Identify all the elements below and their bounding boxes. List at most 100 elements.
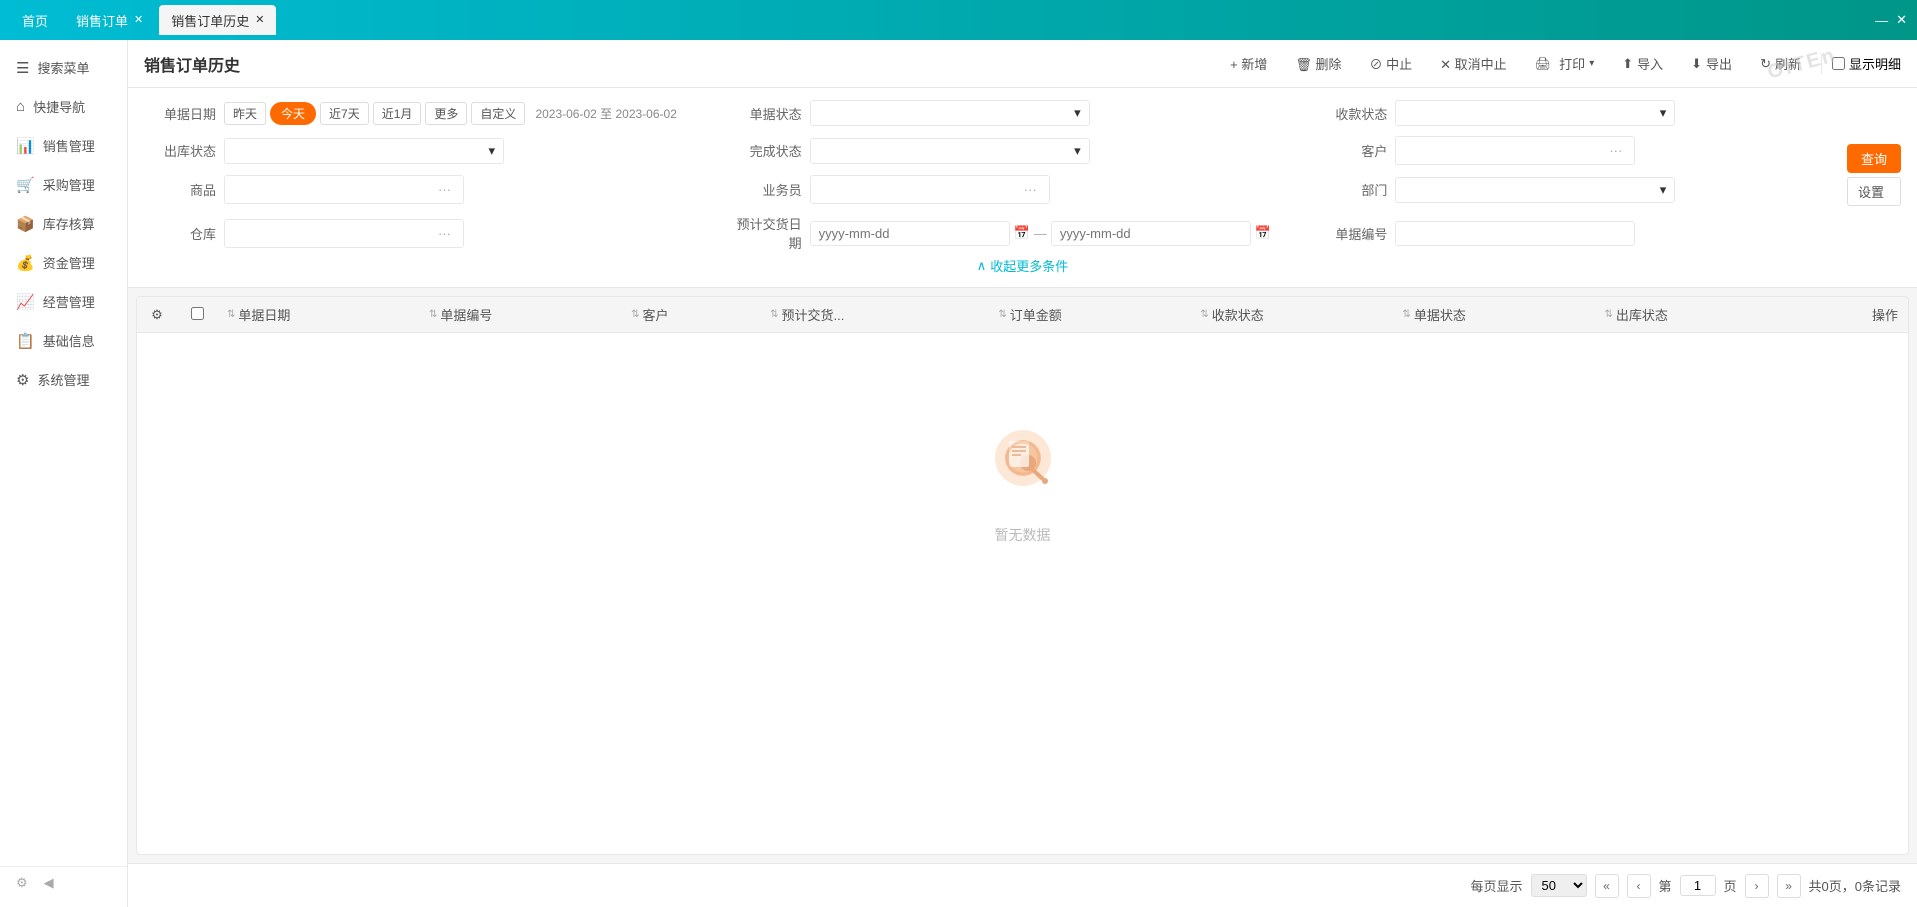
inventory-icon: 📦 — [16, 215, 35, 233]
sidebar-item-system[interactable]: ⚙ 系统管理 — [0, 360, 127, 399]
warehouse-ellipsis[interactable]: ··· — [434, 224, 455, 243]
tab-sales-order[interactable]: 销售订单 ✕ — [64, 5, 155, 35]
receipt-status-select[interactable]: ▾ — [1395, 100, 1675, 126]
next-page-button[interactable]: › — [1745, 874, 1769, 898]
delivery-date-end-input[interactable] — [1051, 221, 1251, 246]
page-size-select[interactable]: 50 100 200 — [1531, 874, 1587, 897]
bill-no-label: 单据编号 — [1315, 224, 1395, 243]
export-icon: ⬇ — [1691, 56, 1702, 72]
sidebar-item-quicknav[interactable]: ⌂ 快捷导航 — [0, 87, 127, 126]
refresh-button[interactable]: ↻ 刷新 — [1750, 50, 1811, 77]
tab-home-label: 首页 — [22, 11, 48, 30]
date-btn-1month[interactable]: 近1月 — [373, 102, 422, 125]
col-bill-no[interactable]: ⇅ 单据编号 — [419, 297, 621, 333]
prev-page-button[interactable]: ‹ — [1627, 874, 1651, 898]
delivery-date-calendar-icon1[interactable]: 📅 — [1014, 225, 1030, 241]
sort-icon-bill-no: ⇅ — [429, 309, 437, 320]
date-btn-custom[interactable]: 自定义 — [471, 102, 525, 125]
date-btn-7days[interactable]: 近7天 — [320, 102, 369, 125]
col-date[interactable]: ⇅ 单据日期 — [217, 297, 419, 333]
sidebar-item-purchase-label: 采购管理 — [43, 175, 95, 194]
sidebar-item-basic[interactable]: 📋 基础信息 — [0, 321, 127, 360]
col-customer[interactable]: ⇅ 客户 — [621, 297, 760, 333]
tab-sales-order-history[interactable]: 销售订单历史 ✕ — [159, 5, 276, 35]
last-page-button[interactable]: » — [1777, 874, 1801, 898]
col-delivery[interactable]: ⇅ 预计交货... — [760, 297, 988, 333]
bill-status-select[interactable]: ▾ — [810, 100, 1090, 126]
col-checkbox[interactable] — [177, 297, 217, 333]
table-container: ⚙ ⇅ 单据日期 ⇅ — [136, 296, 1909, 855]
new-button[interactable]: + 新增 — [1220, 50, 1277, 77]
col-outbound-status-label: 出库状态 — [1616, 305, 1668, 324]
sidebar-item-search[interactable]: ☰ 搜索菜单 — [0, 48, 127, 87]
sort-icon-customer: ⇅ — [631, 309, 639, 320]
bill-no-input[interactable] — [1395, 221, 1635, 246]
home-icon: ⌂ — [16, 98, 25, 115]
col-settings[interactable]: ⚙ — [137, 297, 177, 333]
filter-warehouse-item: 仓库 ··· — [144, 214, 730, 252]
page-unit: 页 — [1724, 876, 1737, 895]
receipt-status-chevron: ▾ — [1660, 105, 1667, 121]
settings-button[interactable]: 设置 — [1847, 177, 1901, 206]
salesperson-select[interactable]: ··· — [810, 175, 1050, 204]
customer-select[interactable]: ··· — [1395, 136, 1635, 165]
warehouse-select[interactable]: ··· — [224, 219, 464, 248]
sidebar-item-finance[interactable]: 💰 资金管理 — [0, 243, 127, 282]
col-receipt-status[interactable]: ⇅ 收款状态 — [1190, 297, 1392, 333]
collapse-bar[interactable]: ∧ 收起更多条件 — [144, 252, 1901, 275]
date-btn-more[interactable]: 更多 — [425, 102, 467, 125]
col-bill-status[interactable]: ⇅ 单据状态 — [1392, 297, 1594, 333]
query-button[interactable]: 查询 — [1847, 144, 1901, 173]
first-page-button[interactable]: « — [1595, 874, 1619, 898]
goods-label: 商品 — [144, 180, 224, 199]
col-order-amount[interactable]: ⇅ 订单金额 — [988, 297, 1190, 333]
page-number-input[interactable] — [1680, 875, 1716, 896]
salesperson-ellipsis[interactable]: ··· — [1020, 180, 1041, 199]
sidebar-item-sales[interactable]: 📊 销售管理 — [0, 126, 127, 165]
sort-icon-amount: ⇅ — [998, 309, 1006, 320]
sidebar-item-purchase[interactable]: 🛒 采购管理 — [0, 165, 127, 204]
goods-select[interactable]: ··· — [224, 175, 464, 204]
display-cols-checkbox[interactable] — [1832, 57, 1845, 70]
complete-status-label: 完成状态 — [730, 141, 810, 160]
complete-status-select[interactable]: ▾ — [810, 138, 1090, 164]
department-chevron: ▾ — [1660, 182, 1667, 198]
sidebar-settings-icon[interactable]: ⚙ — [16, 875, 28, 891]
pagination-bar: 每页显示 50 100 200 « ‹ 第 页 › » 共0页，0条记录 — [128, 863, 1917, 907]
settings-icon[interactable]: ⚙ — [151, 307, 163, 322]
display-cols-checkbox-label[interactable]: 显示明细 — [1832, 54, 1901, 73]
delivery-date-calendar-icon2[interactable]: 📅 — [1255, 225, 1271, 241]
delete-button[interactable]: 🗑 删除 — [1285, 50, 1351, 77]
date-btn-today[interactable]: 今天 — [270, 102, 316, 125]
page-title: 销售订单历史 — [144, 52, 1212, 76]
data-table: ⚙ ⇅ 单据日期 ⇅ — [137, 297, 1908, 625]
tab-sales-order-history-close[interactable]: ✕ — [255, 15, 264, 26]
sidebar-collapse-icon[interactable]: ◀ — [44, 875, 54, 891]
col-outbound-status[interactable]: ⇅ 出库状态 — [1594, 297, 1796, 333]
print-dropdown-icon: ▾ — [1589, 58, 1594, 69]
cancel-stop-button[interactable]: ✕ 取消中止 — [1430, 50, 1517, 77]
tab-sales-order-close[interactable]: ✕ — [134, 15, 143, 26]
print-button[interactable]: 🖨 🖨 打印 打印 ▾ — [1525, 50, 1605, 77]
customer-ellipsis[interactable]: ··· — [1605, 141, 1626, 160]
date-btn-yesterday[interactable]: 昨天 — [224, 102, 266, 125]
sidebar: ☰ 搜索菜单 ⌂ 快捷导航 📊 销售管理 🛒 采购管理 📦 库存核算 💰 资金管… — [0, 40, 128, 907]
delivery-date-start-input[interactable] — [810, 221, 1010, 246]
tab-home[interactable]: 首页 — [10, 5, 60, 35]
filter-bill-no-item: 单据编号 — [1315, 214, 1901, 252]
goods-ellipsis[interactable]: ··· — [434, 180, 455, 199]
window-minimize-icon[interactable]: — — [1875, 13, 1888, 28]
col-delivery-label: 预计交货... — [782, 305, 845, 324]
export-button[interactable]: ⬇ 导出 — [1681, 50, 1742, 77]
outbound-status-label: 出库状态 — [144, 141, 224, 160]
select-all-checkbox[interactable] — [191, 307, 204, 320]
import-button[interactable]: ⬆ 导入 — [1612, 50, 1673, 77]
sidebar-item-inventory[interactable]: 📦 库存核算 — [0, 204, 127, 243]
stop-button[interactable]: ⊘ 中止 — [1360, 50, 1423, 77]
window-close-icon[interactable]: ✕ — [1896, 12, 1907, 28]
receipt-status-label: 收款状态 — [1315, 104, 1395, 123]
sidebar-item-operations[interactable]: 📈 经营管理 — [0, 282, 127, 321]
refresh-icon: ↻ — [1760, 56, 1771, 72]
department-select[interactable]: ▾ — [1395, 177, 1675, 203]
outbound-status-select[interactable]: ▾ — [224, 138, 504, 164]
